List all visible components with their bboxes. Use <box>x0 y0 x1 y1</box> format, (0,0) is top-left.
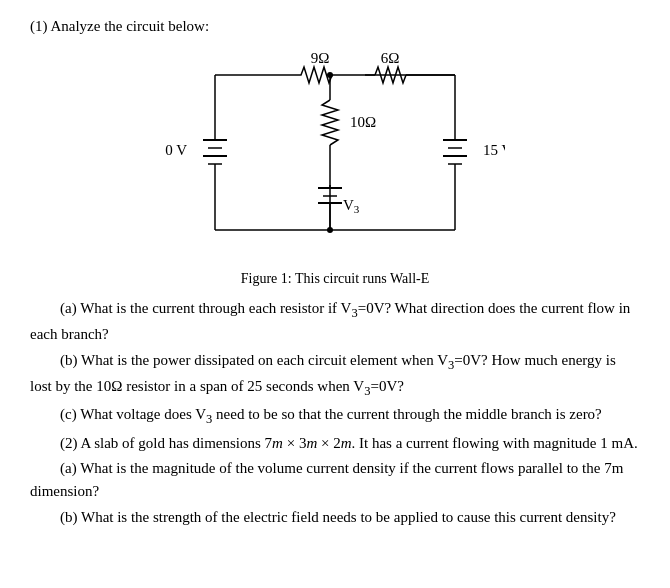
question-1b: (b) What is the power dissipated on each… <box>30 349 640 402</box>
v3-label: V3 <box>343 197 360 215</box>
junction-top <box>327 72 333 78</box>
resistor-label-10: 10Ω <box>350 114 376 130</box>
voltage-label-15: 15 V <box>483 142 505 158</box>
figure-caption: Figure 1: This circuit runs Wall-E <box>30 271 640 287</box>
junction-bottom <box>327 227 333 233</box>
resistor-label-9: 9Ω <box>311 50 330 66</box>
problem-header: (1) Analyze the circuit below: <box>30 18 640 35</box>
question-1a: (a) What is the current through each res… <box>30 297 640 347</box>
resistor-label-6: 6Ω <box>381 50 400 66</box>
circuit-diagram: 9Ω 6Ω 10Ω 30 V 15 V V3 <box>30 45 640 265</box>
circuit-svg: 9Ω 6Ω 10Ω 30 V 15 V V3 <box>165 45 505 265</box>
problem-2-intro: (2) A slab of gold has dimensions 7m × 3… <box>30 432 640 455</box>
question-2b: (b) What is the strength of the electric… <box>30 506 640 529</box>
voltage-label-30: 30 V <box>165 142 187 158</box>
question-2a: (a) What is the magnitude of the volume … <box>30 457 640 504</box>
question-1c: (c) What voltage does V3 need to be so t… <box>30 403 640 429</box>
questions-section: (a) What is the current through each res… <box>30 297 640 529</box>
